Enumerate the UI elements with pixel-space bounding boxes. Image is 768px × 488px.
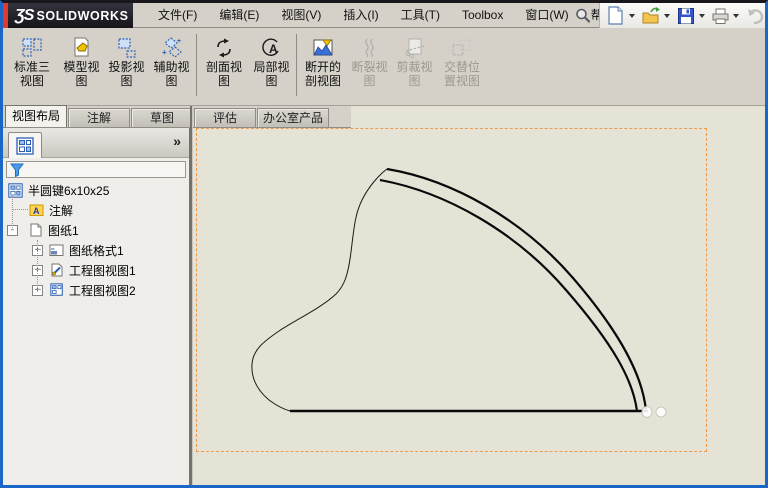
tree-root-item[interactable]: 半圆键6x10x25: [3, 180, 189, 200]
tab-view-layout[interactable]: 视图布局: [5, 105, 67, 127]
tree-guide-line: [37, 240, 38, 290]
command-toolbar: 标准三 视图 模型视 图 投影视 图 + + 辅助视 图 剖面视 图 A 局部视…: [3, 28, 765, 106]
undo-icon: [745, 6, 765, 26]
tree-item-annotations[interactable]: A 注解: [3, 200, 189, 220]
detail-view-button[interactable]: A 局部视 图: [249, 28, 294, 104]
menu-bar: 文件(F) 编辑(E) 视图(V) 插入(I) 工具(T) Toolbox 窗口…: [133, 3, 642, 28]
detail-view-icon: A: [261, 37, 283, 59]
new-document-icon[interactable]: [606, 6, 626, 26]
menu-edit[interactable]: 编辑(E): [208, 3, 270, 28]
feature-tree: 半圆键6x10x25 A 注解 - 图纸1 + 图纸格式1 + 工程图视图1 +…: [3, 180, 189, 300]
standard-three-views-button[interactable]: 标准三 视图: [5, 28, 59, 104]
tree-guide-stub: [37, 289, 43, 290]
alternate-position-view-icon: [451, 37, 473, 59]
tab-office-products[interactable]: 办公室产品: [257, 108, 329, 127]
tree-guide-stub: [37, 249, 43, 250]
projection-view-button[interactable]: 投影视 图: [104, 28, 149, 104]
auxiliary-view-button[interactable]: + + 辅助视 图: [149, 28, 194, 104]
tab-sketch[interactable]: 草图: [131, 108, 193, 127]
print-icon[interactable]: [711, 6, 731, 26]
broken-out-section-button[interactable]: 断开的 剖视图: [299, 28, 347, 104]
tree-guide-line: [12, 196, 13, 230]
logo-red-stripe: [3, 3, 8, 28]
save-dropdown-caret[interactable]: [698, 13, 705, 18]
menu-file[interactable]: 文件(F): [147, 3, 208, 28]
key-outer-arc: [386, 167, 648, 412]
sheet-icon: [28, 223, 43, 238]
toolbar-separator: [296, 34, 297, 96]
vertex-marker: [655, 406, 667, 418]
tree-item-drawing-view2[interactable]: + 工程图视图2: [3, 280, 189, 300]
search-icon[interactable]: [571, 5, 595, 26]
tree-item-drawing-view1[interactable]: + 工程图视图1: [3, 260, 189, 280]
featuremanager-tabbar: »: [3, 128, 189, 158]
panel-expand-chevron[interactable]: »: [173, 133, 181, 149]
alternate-position-view-button: 交替位 置视图: [437, 28, 487, 104]
title-bar: ƷS SOLIDWORKS 文件(F) 编辑(E) 视图(V) 插入(I) 工具…: [3, 3, 765, 28]
standard-three-views-icon: [21, 37, 43, 59]
panel-splitter[interactable]: [190, 106, 193, 485]
svg-text:A: A: [33, 206, 40, 216]
open-folder-icon[interactable]: [641, 6, 661, 26]
key-break-spline: [251, 168, 388, 412]
section-view-button[interactable]: 剖面视 图: [199, 28, 249, 104]
drawing-document-icon: [8, 182, 23, 198]
drawing-view-icon: [49, 263, 64, 278]
vertex-marker: [641, 406, 653, 418]
tree-item-sheet-format1[interactable]: + 图纸格式1: [3, 240, 189, 260]
solidworks-logo-text: SOLIDWORKS: [36, 8, 129, 23]
commandmanager-tabstrip: 视图布局 注解 草图 评估 办公室产品: [3, 105, 351, 128]
menu-window[interactable]: 窗口(W): [514, 3, 579, 28]
tree-guide-stub: [13, 209, 28, 210]
featuremanager-panel: » 半圆键6x10x25 A 注解 - 图纸1 + 图纸格式1 + 工程图视图1…: [3, 128, 190, 485]
quick-access-toolbar: [599, 3, 765, 28]
sheet-format-icon: [49, 243, 64, 258]
break-view-icon: [359, 37, 381, 59]
drawing-view[interactable]: [193, 106, 765, 485]
drawing-view2-icon: [49, 283, 64, 298]
save-icon[interactable]: [676, 6, 696, 26]
auxiliary-view-icon: + +: [161, 37, 183, 59]
app-logo: ƷS SOLIDWORKS: [3, 3, 133, 28]
drawing-canvas[interactable]: [193, 106, 765, 485]
section-view-icon: [213, 37, 235, 59]
menu-view[interactable]: 视图(V): [270, 3, 332, 28]
tab-evaluate[interactable]: 评估: [194, 108, 256, 127]
crop-view-icon: [404, 37, 426, 59]
model-view-icon: [71, 37, 93, 59]
svg-text:+: +: [177, 38, 181, 45]
open-dropdown-caret[interactable]: [663, 13, 670, 18]
crop-view-button: 剪裁视 图: [392, 28, 437, 104]
tab-annotation[interactable]: 注解: [68, 108, 130, 127]
break-view-button: 断裂视 图: [347, 28, 392, 104]
menu-tools[interactable]: 工具(T): [390, 3, 451, 28]
svg-text:+: +: [162, 48, 167, 57]
solidworks-window: ƷS SOLIDWORKS 文件(F) 编辑(E) 视图(V) 插入(I) 工具…: [0, 0, 768, 488]
featuremanager-tree-tab[interactable]: [8, 132, 42, 158]
key-inner-arc: [379, 178, 639, 412]
drawing-tree-icon: [16, 136, 34, 155]
tree-guide-stub: [37, 269, 43, 270]
menu-insert[interactable]: 插入(I): [332, 3, 389, 28]
menu-toolbox[interactable]: Toolbox: [451, 3, 514, 28]
tree-filter-bar[interactable]: [6, 161, 186, 178]
svg-text:A: A: [269, 42, 278, 56]
new-dropdown-caret[interactable]: [628, 13, 635, 18]
print-dropdown-caret[interactable]: [733, 13, 740, 18]
solidworks-logo-mark: ƷS: [15, 6, 34, 24]
projection-view-icon: [116, 37, 138, 59]
model-view-button[interactable]: 模型视 图: [59, 28, 104, 104]
annotations-icon: A: [29, 203, 44, 218]
broken-out-section-icon: [312, 37, 334, 59]
filter-funnel-icon: [10, 163, 24, 177]
toolbar-separator: [196, 34, 197, 96]
tree-item-sheet1[interactable]: - 图纸1: [3, 220, 189, 240]
